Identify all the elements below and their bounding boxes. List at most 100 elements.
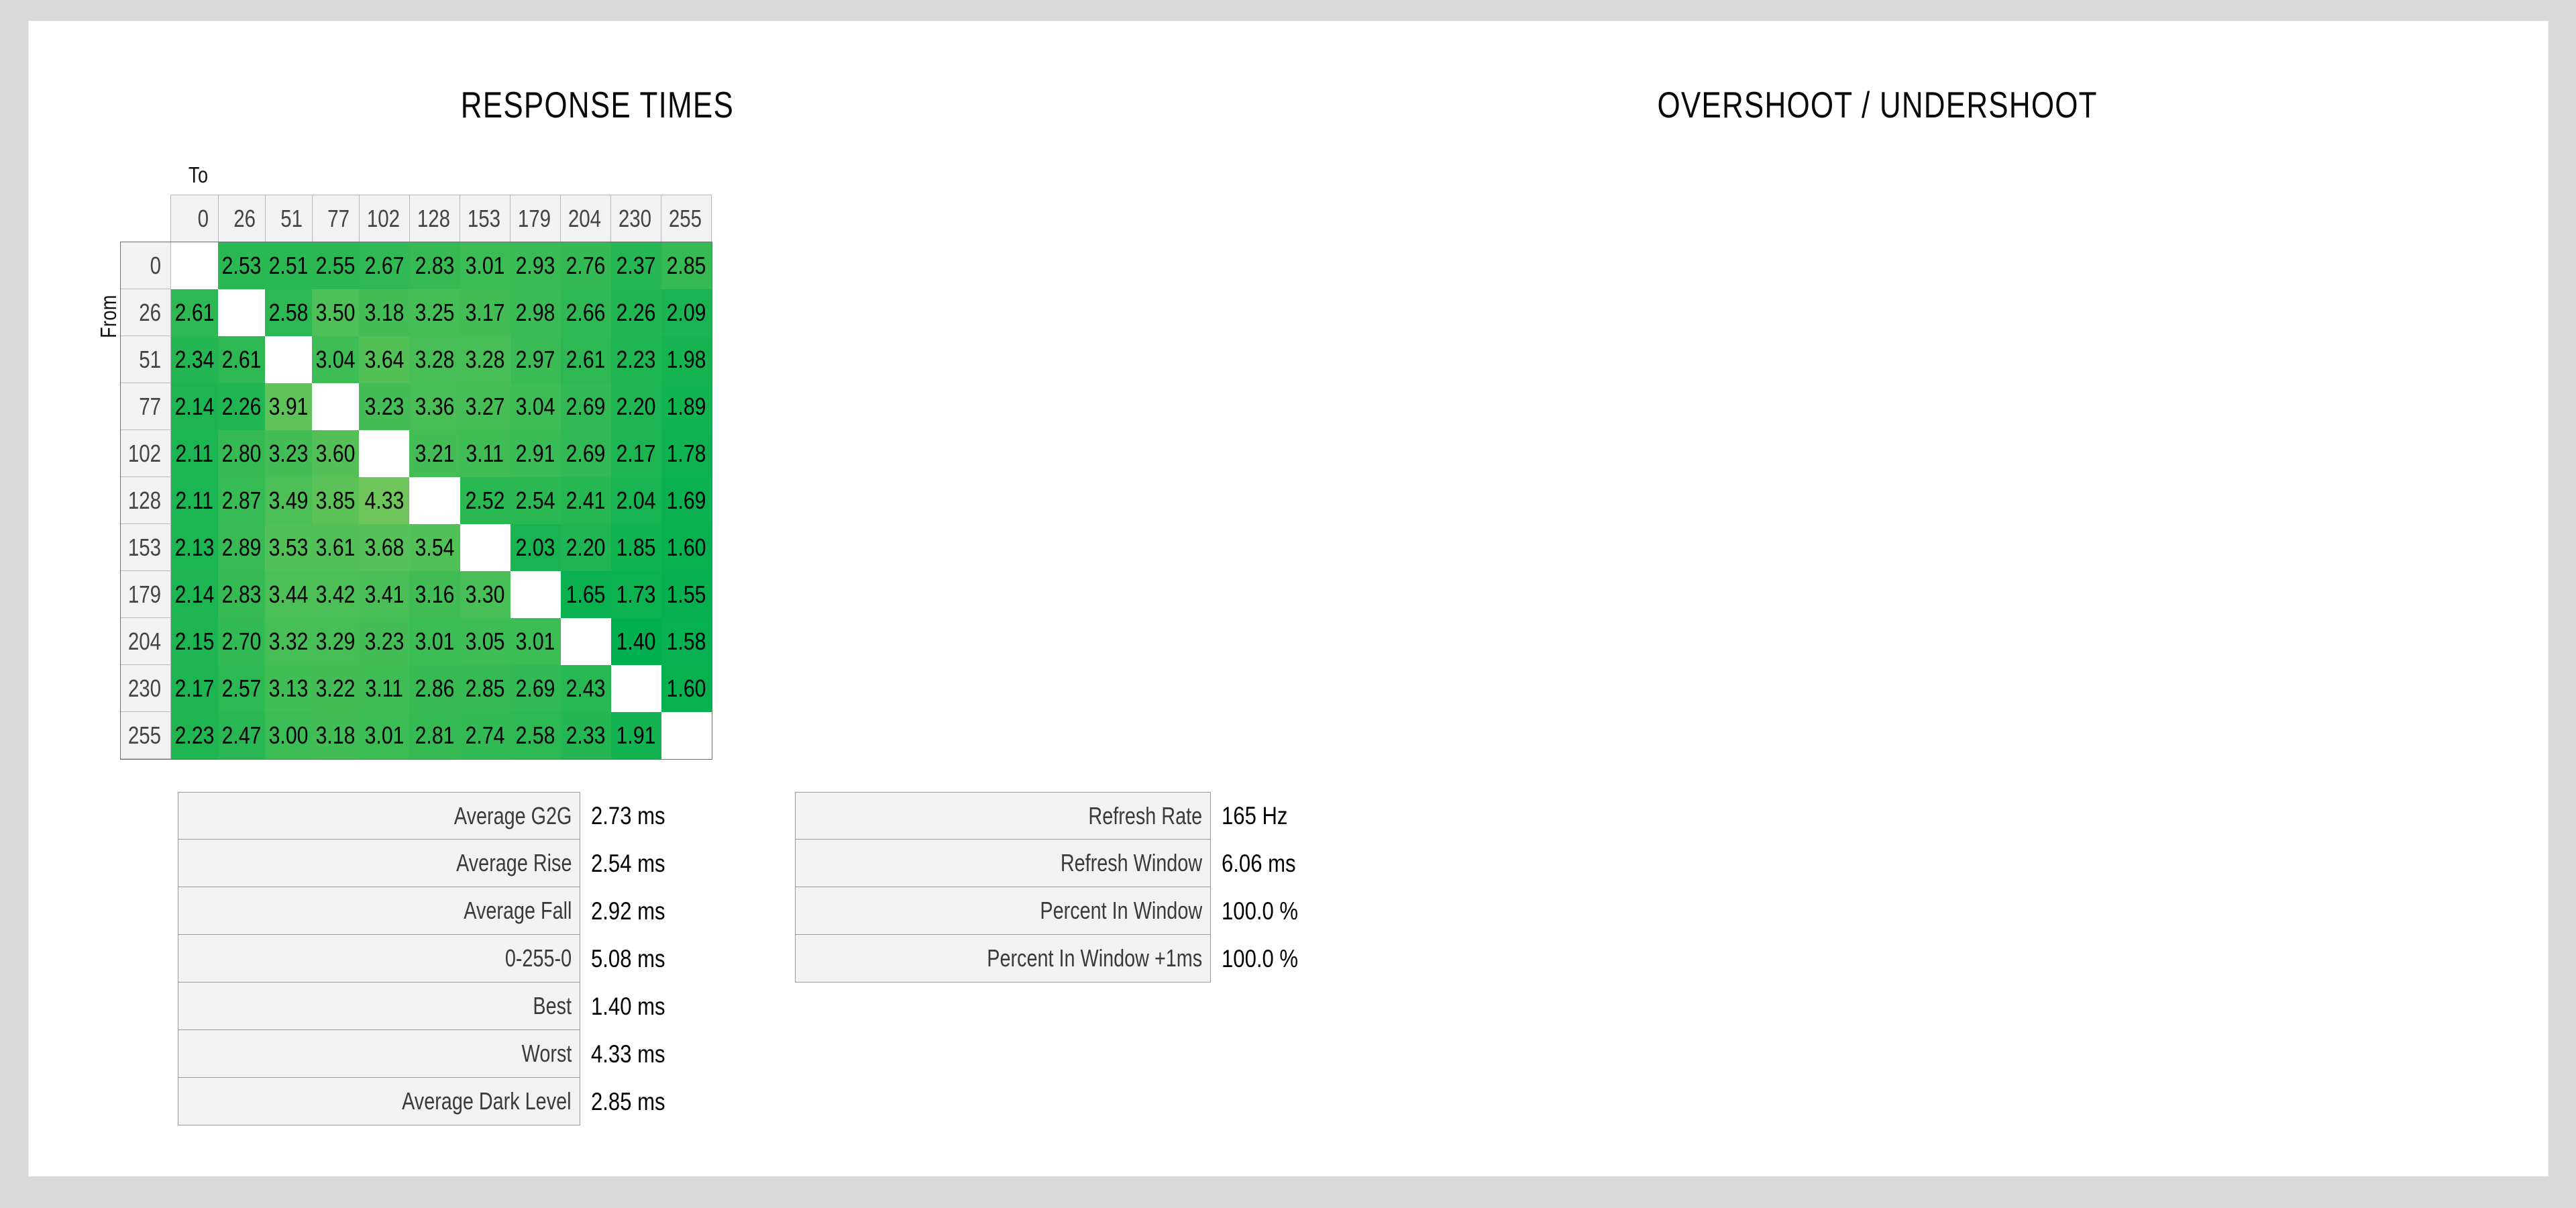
stat-label: Average Rise xyxy=(178,840,580,887)
heatmap-cell: 3.11 xyxy=(460,430,511,477)
heatmap-cell: 2.51 xyxy=(265,242,313,289)
heatmap-cell: 2.34 xyxy=(170,336,219,383)
heatmap-cell: 2.61 xyxy=(170,289,219,336)
heatmap-cell-value: 2.80 xyxy=(221,439,262,467)
heatmap-cell: 2.61 xyxy=(218,336,266,383)
column-header-26: 26 xyxy=(217,195,266,242)
stat-value: 2.85 ms xyxy=(580,1078,680,1125)
heatmap-cell-value: 3.60 xyxy=(315,439,356,467)
heatmap-cell-diagonal xyxy=(610,664,661,712)
heatmap-cell: 2.61 xyxy=(560,336,611,383)
heatmap-cell-value: 3.13 xyxy=(268,674,309,702)
stat-row-refresh-2: Percent In Window 100.0 % xyxy=(795,887,1313,935)
stat-row-response-3: 0-255-0 5.08 ms xyxy=(178,935,680,983)
heatmap-cell: 2.17 xyxy=(170,664,219,712)
heatmap-cell-diagonal xyxy=(312,383,360,430)
heatmap-cell: 2.69 xyxy=(510,664,561,712)
heatmap-cell: 3.23 xyxy=(265,430,313,477)
table-row: 0 2.53 2.51 2.55 2.67 2.83 3.01 2.93 2.76 2.37 2.8… xyxy=(119,242,712,289)
heatmap-body-response: 0 2.53 2.51 2.55 2.67 2.83 3.01 2.93 2.76 2.37 2.8… xyxy=(119,241,712,760)
heatmap-cell: 2.03 xyxy=(510,523,561,571)
heatmap-cell-value: 1.40 xyxy=(616,627,656,655)
heatmap-cell-value: 2.15 xyxy=(174,627,215,655)
stats-table-refresh: Refresh Rate 165 Hz Refresh Window 6.06 ms P… xyxy=(795,792,1313,983)
heatmap-cell-value: 2.26 xyxy=(616,298,656,326)
stat-row-response-4: Best 1.40 ms xyxy=(178,983,680,1030)
heatmap-cell-value: 2.41 xyxy=(566,486,606,514)
heatmap-cell-value: 2.87 xyxy=(221,486,262,514)
stat-value-text: 1.40 ms xyxy=(591,992,665,1020)
heatmap-cell-value: 3.54 xyxy=(415,533,455,561)
row-header-26: 26 xyxy=(119,289,172,336)
heatmap-cell-value: 3.18 xyxy=(315,721,356,749)
heatmap-cell: 2.26 xyxy=(610,289,661,336)
heatmap-cell: 3.11 xyxy=(359,664,410,712)
stat-value: 2.54 ms xyxy=(580,840,680,887)
heatmap-cell: 1.60 xyxy=(661,664,712,712)
row-header-label: 0 xyxy=(150,251,162,279)
stat-label-text: Percent In Window xyxy=(1040,897,1202,924)
stat-value-text: 100.0 % xyxy=(1222,944,1299,972)
heatmap-cell: 3.29 xyxy=(312,617,360,665)
heatmap-cell-value: 3.30 xyxy=(465,580,505,608)
report-card: RESPONSE TIMES To From 0 26 51 77 102 128 153 1… xyxy=(29,21,2548,1176)
stat-value: 6.06 ms xyxy=(1211,840,1310,887)
heatmap-cell: 3.64 xyxy=(359,336,410,383)
stat-label-text: Refresh Rate xyxy=(1088,801,1202,829)
heatmap-cell-value: 3.53 xyxy=(268,533,309,561)
heatmap-cell: 3.05 xyxy=(460,617,511,665)
heatmap-cell-value: 2.17 xyxy=(174,674,215,702)
column-header-label: 51 xyxy=(280,204,303,232)
stat-value: 1.40 ms xyxy=(580,983,680,1030)
table-row: 230 2.17 2.57 3.13 3.22 3.11 2.86 2.85 2.69 2.43 1… xyxy=(119,664,712,712)
stat-row-response-5: Worst 4.33 ms xyxy=(178,1030,680,1078)
heatmap-cell: 1.98 xyxy=(661,336,712,383)
stat-label: Percent In Window xyxy=(795,887,1211,935)
heatmap-cell: 2.97 xyxy=(510,336,561,383)
stat-value-text: 2.73 ms xyxy=(591,801,665,829)
heatmap-cell-value: 2.17 xyxy=(616,439,656,467)
heatmap-cell-diagonal xyxy=(409,476,460,524)
stat-value: 100.0 % xyxy=(1211,935,1313,983)
heatmap-cell: 1.89 xyxy=(661,383,712,430)
heatmap-cell-value: 3.01 xyxy=(515,627,555,655)
axis-label-from-left: From xyxy=(96,295,121,338)
heatmap-cell-value: 2.61 xyxy=(566,345,606,373)
heatmap-cell-value: 3.23 xyxy=(364,627,405,655)
column-header-label: 179 xyxy=(517,204,551,232)
heatmap-cell-value: 2.91 xyxy=(515,439,555,467)
page-title-overshoot-undershoot: OVERSHOOT / UNDERSHOOT xyxy=(1657,84,2098,125)
heatmap-cell-value: 3.23 xyxy=(268,439,309,467)
heatmap-cell-value: 2.33 xyxy=(566,721,606,749)
heatmap-cell: 1.40 xyxy=(610,617,661,665)
row-header-label: 77 xyxy=(139,392,162,420)
heatmap-cell: 1.73 xyxy=(610,570,661,618)
heatmap-cell-value: 3.01 xyxy=(364,721,405,749)
stat-label-text: Average G2G xyxy=(453,801,572,829)
column-header-128: 128 xyxy=(409,195,461,242)
heatmap-cell-value: 2.57 xyxy=(221,674,262,702)
row-header-179: 179 xyxy=(119,570,172,618)
heatmap-cell-value: 3.50 xyxy=(315,298,356,326)
stat-label: Average Fall xyxy=(178,887,580,935)
heatmap-cell-diagonal xyxy=(170,242,219,289)
heatmap-cell-value: 2.47 xyxy=(221,721,262,749)
heatmap-cell-value: 2.20 xyxy=(566,533,606,561)
stat-label-text: Average Dark Level xyxy=(402,1087,572,1115)
row-header-230: 230 xyxy=(119,664,172,712)
heatmap-cell-value: 2.04 xyxy=(616,486,656,514)
heatmap-cell-value: 2.85 xyxy=(465,674,505,702)
heatmap-cell-value: 2.58 xyxy=(268,298,309,326)
column-header-label: 255 xyxy=(669,204,702,232)
heatmap-cell-value: 2.93 xyxy=(515,251,555,279)
heatmap-cell: 1.78 xyxy=(661,430,712,477)
heatmap-cell-value: 2.34 xyxy=(174,345,215,373)
heatmap-cell-value: 3.41 xyxy=(364,580,405,608)
stat-value: 5.08 ms xyxy=(580,935,680,983)
column-header-label: 77 xyxy=(327,204,350,232)
stat-label-text: Average Fall xyxy=(463,897,572,924)
heatmap-cell-value: 2.55 xyxy=(315,251,356,279)
heatmap-cell-value: 3.11 xyxy=(466,439,504,467)
heatmap-cell: 2.69 xyxy=(560,383,611,430)
heatmap-cell: 2.15 xyxy=(170,617,219,665)
